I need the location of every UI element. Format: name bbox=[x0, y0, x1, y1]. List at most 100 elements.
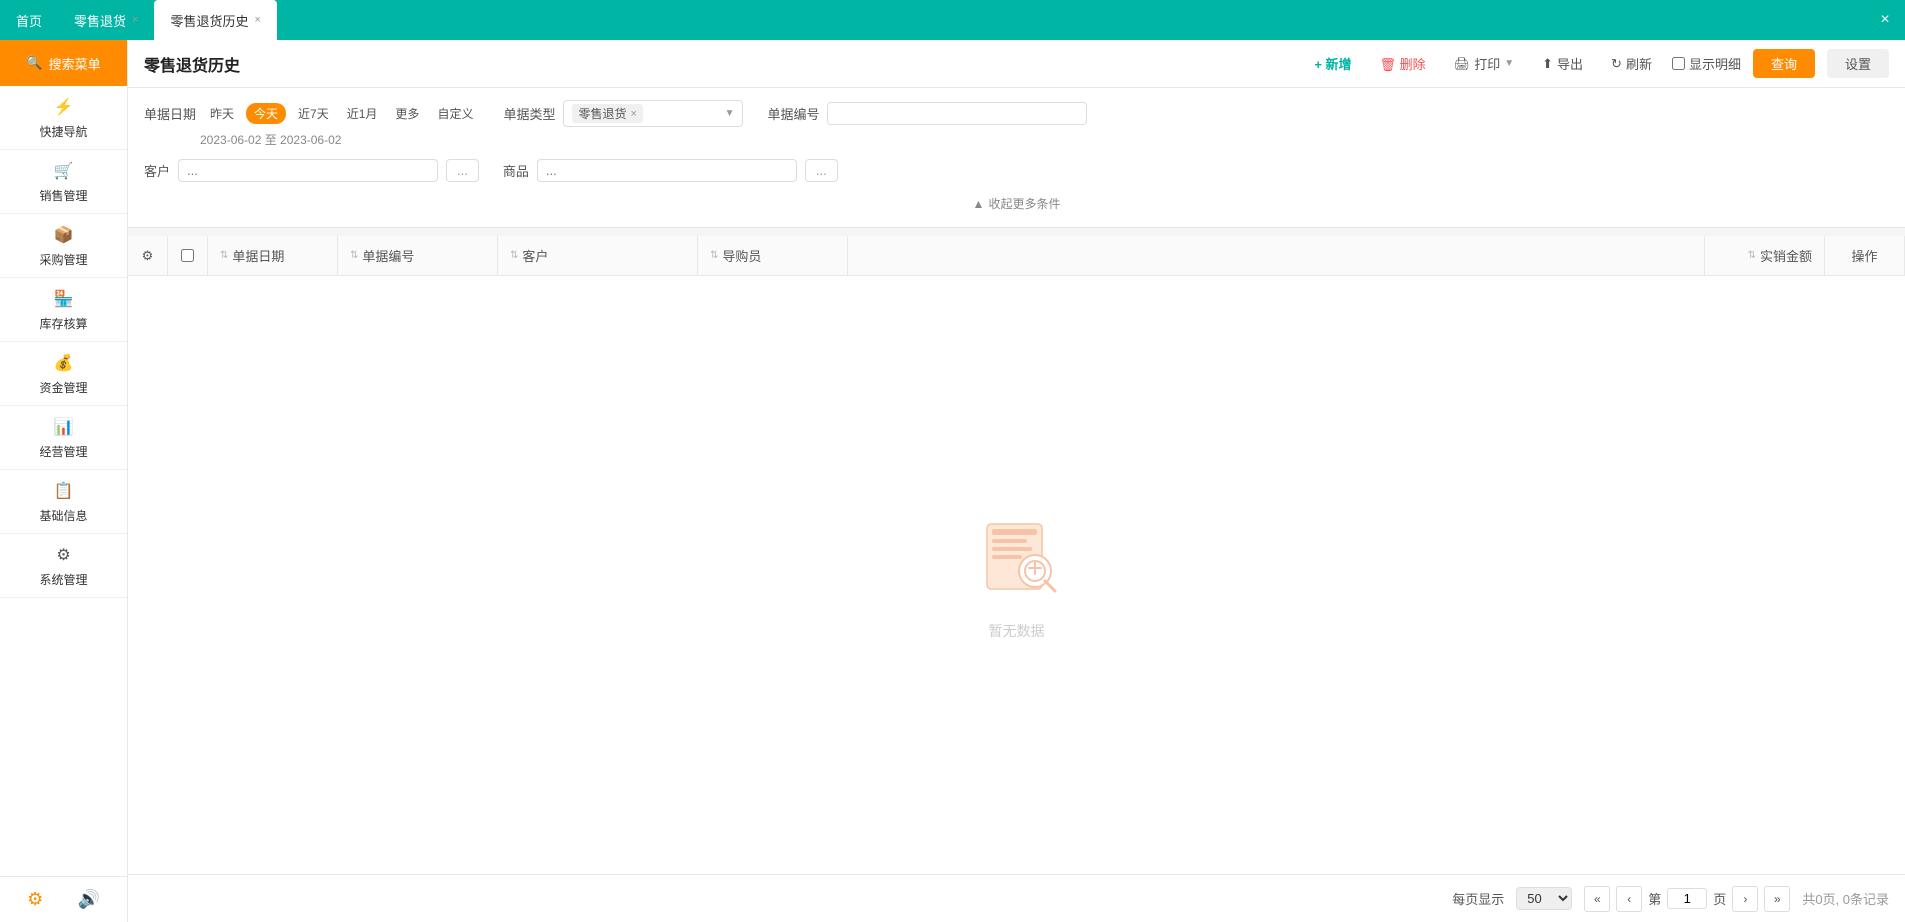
inventory-icon: 🏪 bbox=[52, 287, 76, 311]
goods-filter-item: 商品 ... bbox=[503, 159, 838, 182]
type-filter-tag-remove[interactable]: × bbox=[630, 108, 636, 120]
page-suffix: 页 bbox=[1713, 889, 1726, 908]
sidebar-item-system-mgmt-label: 系统管理 bbox=[39, 571, 87, 588]
page-first-button[interactable]: « bbox=[1584, 886, 1610, 912]
tab-retail-return-history-close[interactable]: × bbox=[254, 14, 260, 26]
type-filter-label: 单据类型 bbox=[503, 104, 555, 123]
date-option-more[interactable]: 更多 bbox=[389, 103, 425, 124]
settings-footer-icon[interactable]: ⚙ bbox=[27, 889, 43, 910]
page-title: 零售退货历史 bbox=[144, 52, 240, 76]
sidebar-item-finance[interactable]: 💰 资金管理 bbox=[0, 342, 127, 406]
type-filter-item: 单据类型 零售退货 × ▼ bbox=[503, 100, 743, 127]
customer-filter-ellipsis[interactable]: ... bbox=[446, 159, 479, 182]
sidebar-item-inventory-label: 库存核算 bbox=[39, 315, 87, 332]
finance-icon: 💰 bbox=[52, 351, 76, 375]
settings-table-icon: ⚙ bbox=[142, 248, 154, 264]
date-option-1month[interactable]: 近1月 bbox=[341, 103, 384, 124]
collapse-button[interactable]: ▲ 收起更多条件 bbox=[961, 192, 1073, 215]
query-button[interactable]: 查询 bbox=[1753, 49, 1815, 78]
sidebar-item-sales-mgmt[interactable]: 🛒 销售管理 bbox=[0, 150, 127, 214]
sidebar-item-finance-label: 资金管理 bbox=[39, 379, 87, 396]
print-button[interactable]: 🖨 打印 ▼ bbox=[1446, 50, 1522, 77]
date-option-7days[interactable]: 近7天 bbox=[292, 103, 335, 124]
page-nav: « ‹ 第 页 › » bbox=[1584, 886, 1790, 912]
th-guide[interactable]: ⇅ 导购员 bbox=[698, 236, 848, 275]
sidebar-item-quick-nav[interactable]: ⚡ 快捷导航 bbox=[0, 86, 127, 150]
sidebar-footer: ⚙ 🔊 bbox=[0, 876, 127, 922]
purchase-mgmt-icon: 📦 bbox=[52, 223, 76, 247]
filter-row-2: 客户 ... 商品 ... bbox=[144, 159, 1889, 182]
table-header: ⚙ ⇅ 单据日期 ⇅ 单据编号 ⇅ 客户 ⇅ bbox=[128, 236, 1905, 276]
type-filter-select[interactable]: 零售退货 × ▼ bbox=[563, 100, 743, 127]
sidebar-item-basic-info[interactable]: 📋 基础信息 bbox=[0, 470, 127, 534]
page-header: 零售退货历史 + 新增 🗑 删除 🖨 打印 ▼ ⬆ 导出 ↻ 刷新 bbox=[128, 40, 1905, 88]
add-button[interactable]: + 新增 bbox=[1306, 50, 1359, 77]
refresh-button[interactable]: ↻ 刷新 bbox=[1603, 50, 1660, 77]
search-menu-button[interactable]: 🔍 搜索菜单 bbox=[0, 40, 127, 86]
empty-illustration bbox=[967, 509, 1067, 609]
show-detail-label: 显示明细 bbox=[1689, 54, 1741, 73]
sidebar-item-quick-nav-label: 快捷导航 bbox=[39, 123, 87, 140]
pagination-bar: 每页显示 50 10 20 100 « ‹ 第 页 › » 共0页, 0条记录 bbox=[128, 874, 1905, 922]
sidebar-item-basic-info-label: 基础信息 bbox=[39, 507, 87, 524]
settings-button[interactable]: 设置 bbox=[1827, 49, 1889, 78]
number-filter-input[interactable] bbox=[827, 102, 1087, 125]
th-customer-label: 客户 bbox=[522, 246, 548, 265]
tab-list: 首页 零售退货 × 零售退货历史 × bbox=[0, 0, 1865, 40]
print-chevron-icon: ▼ bbox=[1504, 58, 1514, 69]
th-settings[interactable]: ⚙ bbox=[128, 236, 168, 275]
select-all-checkbox[interactable] bbox=[181, 249, 194, 262]
total-info: 共0页, 0条记录 bbox=[1802, 889, 1889, 908]
th-action-label: 操作 bbox=[1851, 246, 1877, 265]
customer-filter-item: 客户 ... bbox=[144, 159, 479, 182]
operations-icon: 📊 bbox=[52, 415, 76, 439]
header-actions: + 新增 🗑 删除 🖨 打印 ▼ ⬆ 导出 ↻ 刷新 显示明细 bbox=[1306, 49, 1889, 78]
th-date-label: 单据日期 bbox=[232, 246, 284, 265]
th-number[interactable]: ⇅ 单据编号 bbox=[338, 236, 498, 275]
sidebar-item-inventory[interactable]: 🏪 库存核算 bbox=[0, 278, 127, 342]
sidebar-item-purchase-mgmt[interactable]: 📦 采购管理 bbox=[0, 214, 127, 278]
show-detail-checkbox[interactable]: 显示明细 bbox=[1672, 54, 1741, 73]
per-page-select[interactable]: 50 10 20 100 bbox=[1516, 887, 1572, 910]
number-sort-icon: ⇅ bbox=[350, 250, 358, 261]
tab-retail-return-close[interactable]: × bbox=[132, 14, 138, 26]
type-filter-tag: 零售退货 × bbox=[572, 104, 642, 123]
page-input[interactable] bbox=[1667, 888, 1707, 909]
show-detail-input[interactable] bbox=[1672, 57, 1685, 70]
customer-filter-label: 客户 bbox=[144, 161, 170, 180]
tab-retail-return-history[interactable]: 零售退货历史 × bbox=[154, 0, 276, 40]
tab-home[interactable]: 首页 bbox=[0, 0, 58, 40]
th-date[interactable]: ⇅ 单据日期 bbox=[208, 236, 338, 275]
goods-filter-input[interactable] bbox=[537, 159, 797, 182]
tab-retail-return[interactable]: 零售退货 × bbox=[58, 0, 154, 40]
tab-retail-return-history-label: 零售退货历史 bbox=[170, 11, 248, 30]
sidebar-item-system-mgmt[interactable]: ⚙ 系统管理 bbox=[0, 534, 127, 598]
date-option-custom[interactable]: 自定义 bbox=[431, 103, 479, 124]
filter-area: 单据日期 昨天 今天 近7天 近1月 更多 自定义 单据类型 bbox=[128, 88, 1905, 228]
goods-filter-ellipsis[interactable]: ... bbox=[805, 159, 838, 182]
number-filter-label: 单据编号 bbox=[767, 104, 819, 123]
export-button[interactable]: ⬆ 导出 bbox=[1534, 50, 1591, 77]
sidebar-items: ⚡ 快捷导航 🛒 销售管理 📦 采购管理 🏪 库存核算 💰 资金管理 📊 bbox=[0, 86, 127, 876]
sidebar-item-operations[interactable]: 📊 经营管理 bbox=[0, 406, 127, 470]
type-filter-tag-label: 零售退货 bbox=[578, 105, 626, 122]
th-amount[interactable]: ⇅ 实销金额 bbox=[1705, 236, 1825, 275]
th-customer[interactable]: ⇅ 客户 bbox=[498, 236, 698, 275]
th-checkbox[interactable] bbox=[168, 236, 208, 275]
top-bar: 首页 零售退货 × 零售退货历史 × × bbox=[0, 0, 1905, 40]
page-last-button[interactable]: » bbox=[1764, 886, 1790, 912]
guide-sort-icon: ⇅ bbox=[710, 250, 718, 261]
export-icon: ⬆ bbox=[1542, 56, 1553, 72]
print-label: 打印 bbox=[1474, 54, 1500, 73]
volume-footer-icon[interactable]: 🔊 bbox=[77, 889, 99, 910]
delete-button[interactable]: 🗑 删除 bbox=[1372, 50, 1434, 77]
window-close-button[interactable]: × bbox=[1865, 0, 1905, 40]
customer-filter-input[interactable] bbox=[178, 159, 438, 182]
date-option-yesterday[interactable]: 昨天 bbox=[204, 103, 240, 124]
sidebar-item-sales-mgmt-label: 销售管理 bbox=[39, 187, 87, 204]
system-mgmt-icon: ⚙ bbox=[52, 543, 76, 567]
date-option-today[interactable]: 今天 bbox=[246, 103, 286, 124]
page-next-button[interactable]: › bbox=[1732, 886, 1758, 912]
page-prev-button[interactable]: ‹ bbox=[1616, 886, 1642, 912]
basic-info-icon: 📋 bbox=[52, 479, 76, 503]
